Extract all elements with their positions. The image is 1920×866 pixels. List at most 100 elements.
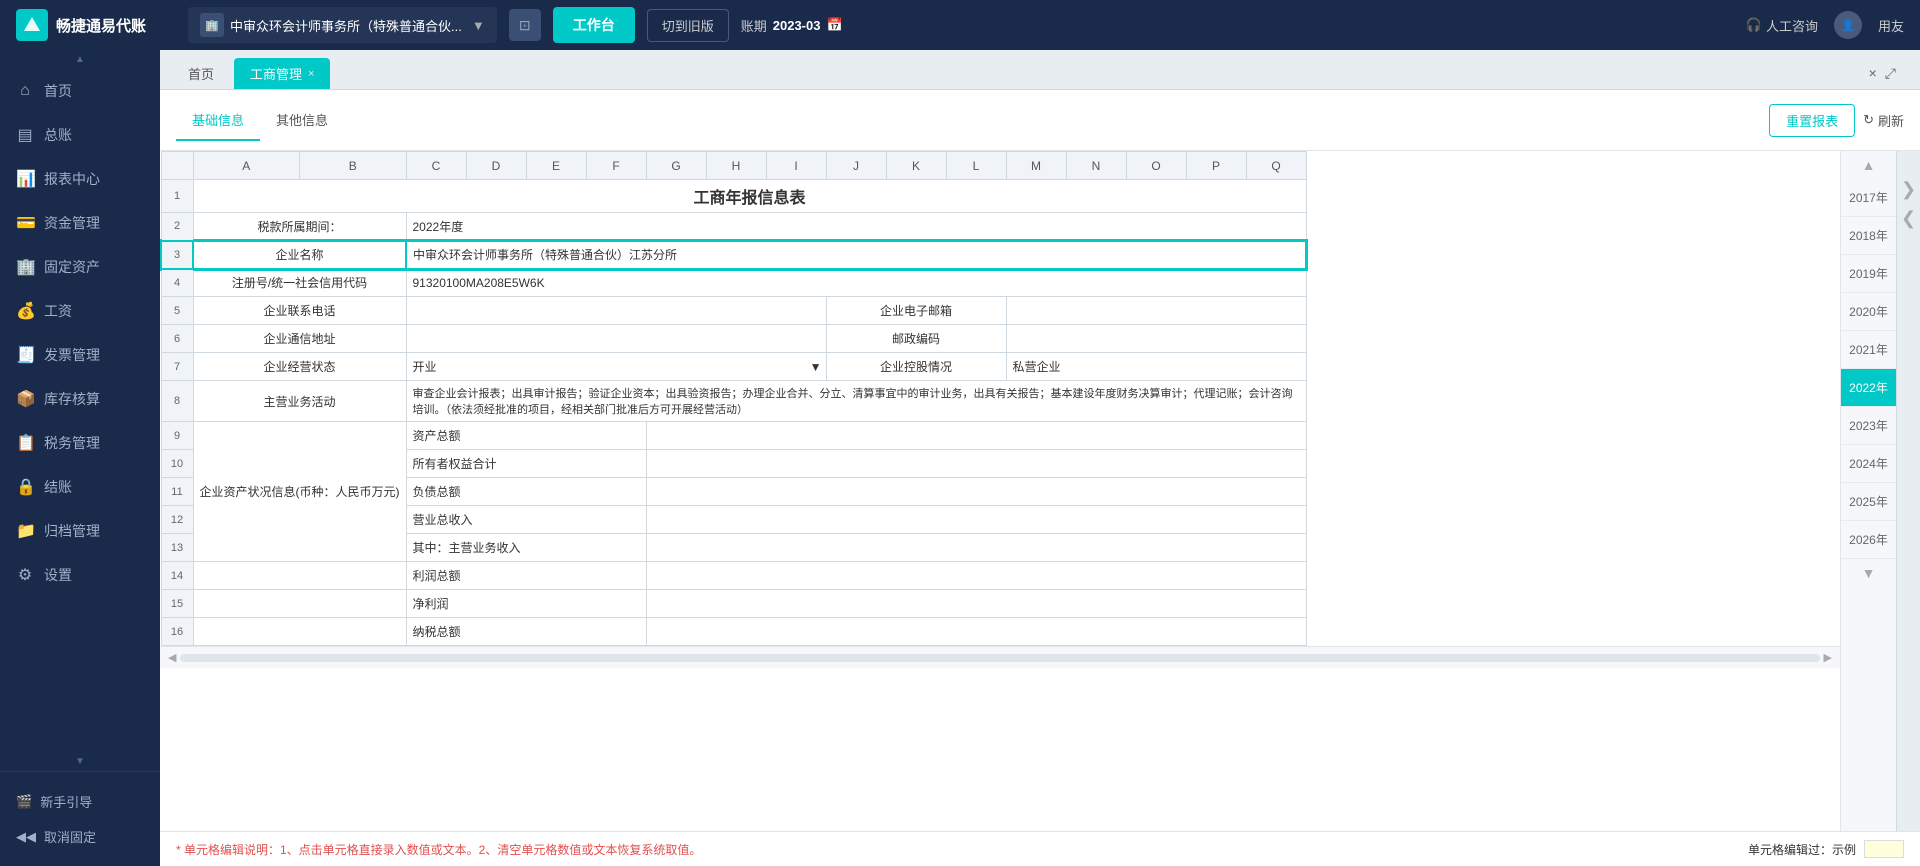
user-service[interactable]: 🎧 人工咨询 (1746, 16, 1818, 35)
sample-cell (1864, 840, 1904, 858)
old-version-button[interactable]: 切到旧版 (647, 9, 729, 42)
period-value-cell[interactable]: 2022年度 (406, 213, 1306, 241)
sidebar-scroll-down[interactable]: ▼ (0, 752, 160, 771)
company-name-value[interactable]: 中审众环会计师事务所（特殊普通合伙）江苏分所 (406, 241, 1306, 269)
row-num: 12 (161, 506, 193, 534)
sidebar-item-assets[interactable]: 🏢 固定资产 (0, 245, 160, 289)
year-item-2020[interactable]: 2020年 (1841, 293, 1896, 331)
col-header-B: B (299, 152, 406, 180)
col-header-O: O (1126, 152, 1186, 180)
sheet-main[interactable]: A B C D E F G H I J K L M (160, 151, 1840, 831)
company-selector[interactable]: 🏢 中审众环会计师事务所（特殊普通合伙... ▼ (188, 7, 497, 43)
sidebar-item-finance[interactable]: 💳 资金管理 (0, 201, 160, 245)
year-item-2026[interactable]: 2026年 (1841, 521, 1896, 559)
tab-bar: 首页 工商管理 × × ⤢ (160, 50, 1920, 90)
profit-value[interactable] (646, 562, 1306, 590)
year-item-2021[interactable]: 2021年 (1841, 331, 1896, 369)
year-panel-up[interactable]: ▲ (1856, 151, 1882, 179)
tax-total-value[interactable] (646, 618, 1306, 646)
sidebar-label-archive: 归档管理 (44, 521, 100, 541)
bottom-right: 单元格编辑过：示例 (1748, 840, 1904, 858)
period-label-cell: 税款所属期间： (193, 213, 406, 241)
sidebar-label-ledger: 总账 (44, 125, 72, 145)
dropdown-arrow-icon[interactable]: ▼ (810, 360, 822, 374)
sidebar-scroll-up[interactable]: ▲ (0, 50, 160, 69)
unpin-item[interactable]: ◀◀ 取消固定 (16, 819, 144, 854)
sidebar-item-close[interactable]: 🔒 结账 (0, 465, 160, 509)
year-item-2025[interactable]: 2025年 (1841, 483, 1896, 521)
sidebar-item-home[interactable]: ⌂ 首页 (0, 69, 160, 113)
col-header-G: G (646, 152, 706, 180)
tab-active[interactable]: 工商管理 × (234, 58, 330, 89)
scroll-right-btn[interactable]: ▶ (1824, 651, 1832, 664)
expand-right-button[interactable]: ❮ (1897, 204, 1920, 233)
year-item-2019[interactable]: 2019年 (1841, 255, 1896, 293)
sidebar-item-report[interactable]: 📊 报表中心 (0, 157, 160, 201)
headset-icon: 🎧 (1746, 17, 1762, 33)
sidebar-item-archive[interactable]: 📁 归档管理 (0, 509, 160, 553)
sidebar-item-payroll[interactable]: 💰 工资 (0, 289, 160, 333)
col-header-C: C (406, 152, 466, 180)
col-header-A: A (193, 152, 299, 180)
tab-home[interactable]: 首页 (172, 58, 230, 89)
sidebar-item-inventory[interactable]: 📦 库存核算 (0, 377, 160, 421)
row-num: 13 (161, 534, 193, 562)
sidebar-label-home: 首页 (44, 81, 72, 101)
revenue-value[interactable] (646, 506, 1306, 534)
year-item-2023[interactable]: 2023年 (1841, 407, 1896, 445)
net-profit-value[interactable] (646, 590, 1306, 618)
phone-value[interactable] (406, 297, 826, 325)
tab-close-button[interactable]: × (308, 68, 314, 80)
main-revenue-value[interactable] (646, 534, 1306, 562)
year-item-2018[interactable]: 2018年 (1841, 217, 1896, 255)
col-header-Q: Q (1246, 152, 1306, 180)
reset-report-button[interactable]: 重置报表 (1769, 104, 1855, 137)
postal-value[interactable] (1006, 325, 1306, 353)
email-value[interactable] (1006, 297, 1306, 325)
col-header-E: E (526, 152, 586, 180)
sidebar-item-tax[interactable]: 📋 税务管理 (0, 421, 160, 465)
year-item-2024[interactable]: 2024年 (1841, 445, 1896, 483)
user-label[interactable]: 用友 (1878, 16, 1904, 35)
col-header-P: P (1186, 152, 1246, 180)
unpin-label: 取消固定 (44, 827, 96, 846)
liabilities-value[interactable] (646, 478, 1306, 506)
reg-num-label: 注册号/统一社会信用代码 (193, 269, 406, 297)
scroll-left-btn[interactable]: ◀ (168, 651, 176, 664)
reg-num-value[interactable]: 91320100MA208E5W6K (406, 269, 1306, 297)
refresh-button[interactable]: ↻ 刷新 (1863, 111, 1904, 130)
right-chevrons: ❯ ❮ (1896, 151, 1920, 831)
workbench-button[interactable]: 工作台 (553, 7, 635, 43)
sidebar-item-ledger[interactable]: ▤ 总账 (0, 113, 160, 157)
table-row: 8 主营业务活动 审查企业会计报表；出具审计报告；验证企业资本；出具验资报告；办… (161, 381, 1306, 422)
row-num: 16 (161, 618, 193, 646)
copy-icon[interactable]: ⊡ (509, 9, 541, 41)
sub-tab-other[interactable]: 其他信息 (260, 100, 344, 141)
sidebar-item-settings[interactable]: ⚙ 设置 (0, 553, 160, 597)
year-panel-down[interactable]: ▼ (1856, 559, 1882, 587)
shareholding-label: 企业控股情况 (826, 353, 1006, 381)
sub-tab-basic[interactable]: 基础信息 (176, 100, 260, 141)
calendar-icon[interactable]: 📅 (826, 17, 842, 33)
year-item-2022[interactable]: 2022年 (1841, 369, 1896, 407)
sidebar-item-invoice[interactable]: 🧾 发票管理 (0, 333, 160, 377)
sheet-title-cell[interactable]: 工商年报信息表 (193, 180, 1306, 213)
company-name: 中审众环会计师事务所（特殊普通合伙... (230, 16, 462, 35)
equity-value[interactable] (646, 450, 1306, 478)
row-num: 7 (161, 353, 193, 381)
biz-activity-value[interactable]: 审查企业会计报表；出具审计报告；验证企业资本；出具验资报告；办理企业合并、分立、… (406, 381, 1306, 422)
unpin-icon: ◀◀ (16, 829, 36, 845)
total-assets-value[interactable] (646, 422, 1306, 450)
win-close-button[interactable]: × (1869, 65, 1877, 82)
sidebar-bottom: 🎬 新手引导 ◀◀ 取消固定 (0, 771, 160, 866)
shareholding-value[interactable]: 私营企业 (1006, 353, 1306, 381)
win-expand-button[interactable]: ⤢ (1885, 65, 1896, 82)
collapse-right-button[interactable]: ❯ (1897, 175, 1920, 204)
table-row: 3 企业名称 中审众环会计师事务所（特殊普通合伙）江苏分所 (161, 241, 1306, 269)
new-guide-item[interactable]: 🎬 新手引导 (16, 784, 144, 819)
year-item-2017[interactable]: 2017年 (1841, 179, 1896, 217)
biz-status-value[interactable]: 开业 ▼ (406, 353, 826, 381)
col-header-J: J (826, 152, 886, 180)
net-profit-label: 净利润 (406, 590, 646, 618)
address-value[interactable] (406, 325, 826, 353)
